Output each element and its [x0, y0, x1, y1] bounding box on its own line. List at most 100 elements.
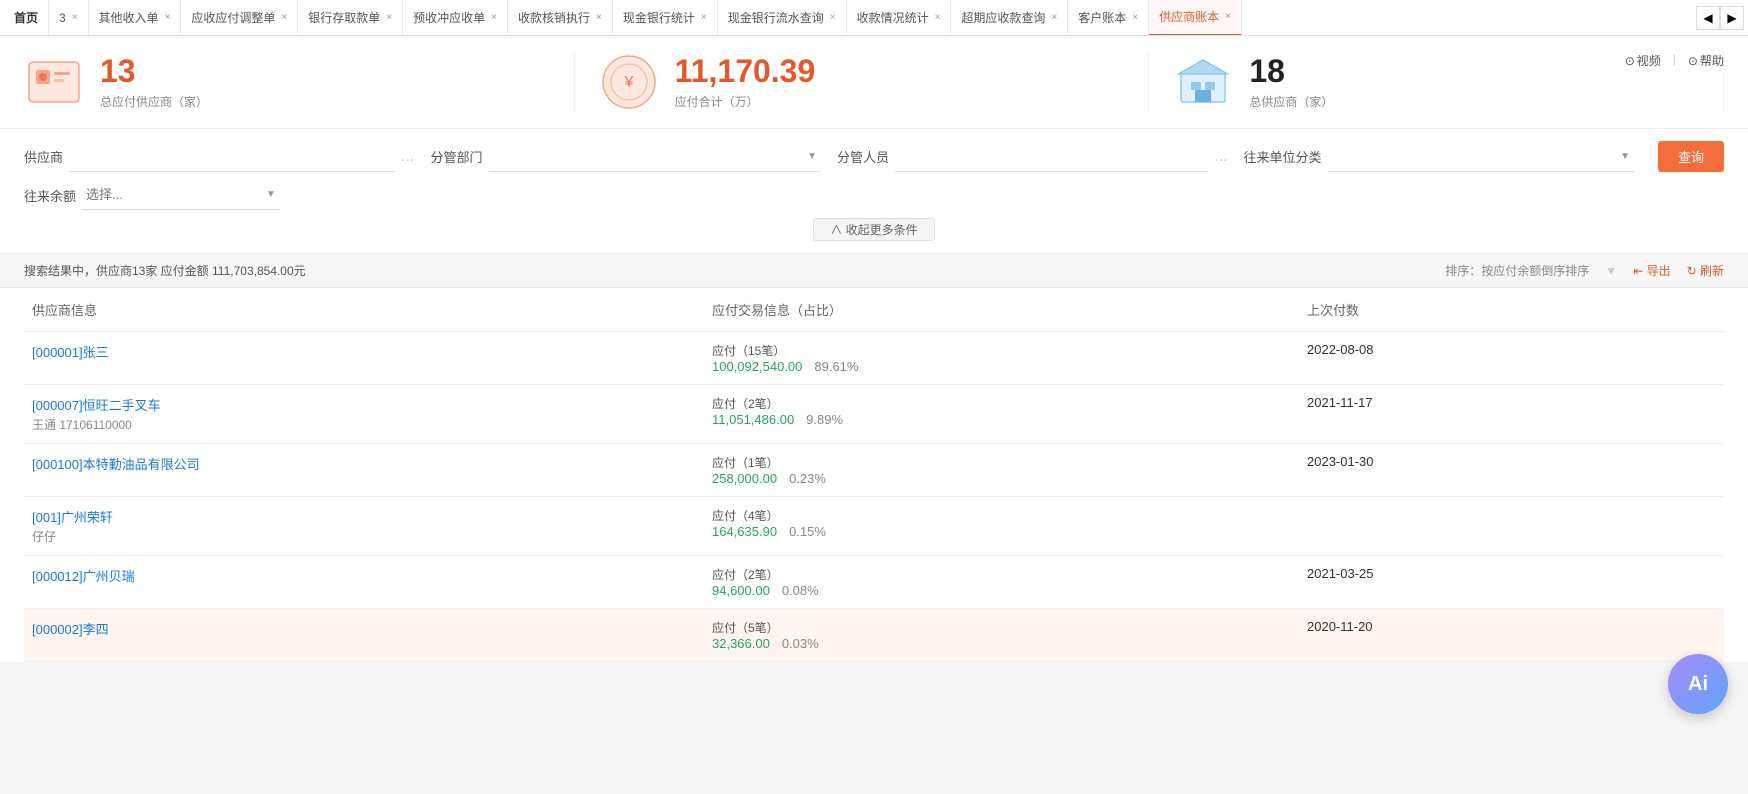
cash-flow-close[interactable]: × [830, 12, 836, 23]
table-row: [000002]李四应付（5笔）32,366.000.03%2020-11-20 [24, 609, 1724, 662]
nav-tab-prepay[interactable]: 预收冲应收单 × [403, 0, 508, 36]
supplier-link[interactable]: [000100]本特勤油品有限公司 [32, 457, 200, 472]
tab-3-label: 3 [59, 11, 66, 25]
amount-link[interactable]: 164,635.90 [712, 524, 777, 539]
amount-link[interactable]: 32,366.00 [712, 636, 770, 651]
nav-tab-adjustment[interactable]: 应收应付调整单 × [181, 0, 298, 36]
card2-label: 应付合计（万） [675, 93, 816, 110]
total-icon: ¥ [599, 52, 659, 112]
card1-number: 13 [100, 54, 208, 89]
supplier-link[interactable]: [000012]广州贝瑞 [32, 569, 135, 584]
supplier-info-cell: [000002]李四 [24, 609, 704, 662]
nav-tab-collection-stats[interactable]: 收款情况统计 × [847, 0, 952, 36]
nav-tab-home[interactable]: 首页 [4, 0, 49, 36]
sort-label[interactable]: 排序：按应付余额倒序排序 [1445, 262, 1589, 279]
ai-assistant-button[interactable]: Ai [1668, 654, 1728, 714]
search-button[interactable]: 查询 [1658, 141, 1724, 172]
tab-3-close[interactable]: × [72, 12, 78, 23]
nav-tab-supplier-ledger[interactable]: 供应商账本 × [1149, 0, 1242, 36]
supplier-table: 供应商信息 应付交易信息（占比） 上次付数 [000001]张三应付（15笔）1… [24, 288, 1724, 662]
supplier-link[interactable]: [001]广州荣轩 [32, 510, 113, 525]
prepay-label: 预收冲应收单 [413, 9, 485, 26]
adjustment-label: 应收应付调整单 [191, 9, 275, 26]
cash-bank-stats-close[interactable]: × [701, 12, 707, 23]
nav-tab-collection[interactable]: 收款核销执行 × [508, 0, 613, 36]
category-filter-input[interactable] [1328, 142, 1621, 171]
balance-filter-label: 往来余额 [24, 186, 76, 205]
person-filter-input[interactable] [895, 142, 1208, 172]
person-dots-btn[interactable]: ... [1214, 148, 1227, 166]
nav-prev-button[interactable]: ◀ [1696, 6, 1720, 30]
customer-ledger-label: 客户账本 [1078, 9, 1126, 26]
amount-link[interactable]: 11,051,486.00 [712, 412, 794, 427]
balance-filter-input[interactable] [82, 180, 266, 209]
nav-tab-cash-flow[interactable]: 现金银行流水查询 × [718, 0, 847, 36]
filter-balance: 往来余额 ▼ [24, 180, 280, 210]
overdue-close[interactable]: × [1051, 12, 1057, 23]
nav-tab-3[interactable]: 3 × [49, 0, 89, 36]
supplier-sub-info: 王通 17106110000 [32, 416, 696, 433]
card3-label: 总供应商（家） [1249, 93, 1333, 110]
filter-category: 往来单位分类 ▼ [1244, 142, 1635, 172]
col-last-pay: 上次付数 [1299, 288, 1724, 332]
top-navigation: 首页 3 × 其他收入单 × 应收应付调整单 × 银行存取款单 × 预收冲应收单… [0, 0, 1748, 36]
collapse-button[interactable]: ∧ 收起更多条件 [813, 218, 934, 241]
last-pay-cell: 2023-01-30 [1299, 444, 1724, 497]
category-filter-select[interactable]: ▼ [1328, 142, 1634, 172]
dept-arrow-icon: ▼ [807, 151, 817, 162]
nav-tab-bank-deposit[interactable]: 银行存取款单 × [298, 0, 403, 36]
amount-link[interactable]: 258,000.00 [712, 471, 777, 486]
tx-info-cell: 应付（2笔）11,051,486.009.89% [704, 385, 1299, 444]
summary-card-payable-suppliers: 13 总应付供应商（家） [24, 52, 575, 112]
supplier-link[interactable]: [000001]张三 [32, 345, 109, 360]
refresh-button[interactable]: ↻ 刷新 [1687, 262, 1724, 279]
filter-supplier: 供应商 ... [24, 142, 415, 172]
supplier-info-cell: [001]广州荣轩仔仔 [24, 497, 704, 556]
supplier-sub-info: 仔仔 [32, 528, 696, 545]
tx-count-label: 应付（1笔） [712, 454, 1291, 471]
amount-link[interactable]: 100,092,540.00 [712, 359, 802, 374]
nav-tab-overdue[interactable]: 超期应收款查询 × [951, 0, 1068, 36]
supplier-link[interactable]: [000002]李四 [32, 622, 109, 637]
export-button[interactable]: ⇤ 导出 [1633, 262, 1670, 279]
category-arrow-icon: ▼ [1620, 151, 1630, 162]
dept-filter-select[interactable]: ▼ [489, 142, 821, 172]
amount-link[interactable]: 94,600.00 [712, 583, 770, 598]
other-income-close[interactable]: × [165, 12, 171, 23]
card2-content: 11,170.39 应付合计（万） [675, 54, 816, 110]
percentage-label: 89.61% [814, 359, 858, 374]
balance-filter-select[interactable]: ▼ [82, 180, 280, 210]
nav-arrows: ◀ ▶ [1696, 6, 1744, 30]
supplier-info-cell: [000007]恒旺二手叉车王通 17106110000 [24, 385, 704, 444]
nav-next-button[interactable]: ▶ [1720, 6, 1744, 30]
supplier-ledger-label: 供应商账本 [1159, 8, 1219, 25]
customer-ledger-close[interactable]: × [1132, 12, 1138, 23]
results-bar: 搜索结果中，供应商13家 应付金额 111,703,854.00元 排序：按应付… [0, 254, 1748, 288]
supplier-filter-input[interactable] [69, 142, 395, 172]
adjustment-close[interactable]: × [281, 12, 287, 23]
prepay-close[interactable]: × [491, 12, 497, 23]
col-supplier-info: 供应商信息 [24, 288, 704, 332]
filter-dept: 分管部门 ▼ [431, 142, 822, 172]
collection-close[interactable]: × [596, 12, 602, 23]
supplier-icon [1173, 52, 1233, 112]
collection-stats-label: 收款情况统计 [857, 9, 929, 26]
dept-filter-input[interactable] [489, 142, 808, 171]
help-link[interactable]: ⊙帮助 [1688, 52, 1724, 69]
supplier-link[interactable]: [000007]恒旺二手叉车 [32, 398, 161, 413]
col-tx-info: 应付交易信息（占比） [704, 288, 1299, 332]
nav-tab-cash-bank-stats[interactable]: 现金银行统计 × [613, 0, 718, 36]
bank-deposit-close[interactable]: × [386, 12, 392, 23]
nav-tab-other-income[interactable]: 其他收入单 × [89, 0, 182, 36]
nav-tab-customer-ledger[interactable]: 客户账本 × [1068, 0, 1149, 36]
card1-content: 13 总应付供应商（家） [100, 54, 208, 110]
tx-count-label: 应付（4笔） [712, 507, 1291, 524]
table-row: [000100]本特勤油品有限公司 应付（1笔）258,000.00 0.23% 20… [24, 444, 1724, 497]
collection-stats-close[interactable]: × [935, 12, 941, 23]
supplier-dots-btn[interactable]: ... [401, 148, 414, 166]
percentage-label: 0.23% [789, 471, 826, 486]
video-link[interactable]: ⊙视频 [1625, 52, 1661, 69]
supplier-ledger-close[interactable]: × [1225, 11, 1231, 22]
export-icon: ⇤ [1633, 264, 1646, 278]
table-row: [001]广州荣轩仔仔应付（4笔）164,635.900.15% [24, 497, 1724, 556]
